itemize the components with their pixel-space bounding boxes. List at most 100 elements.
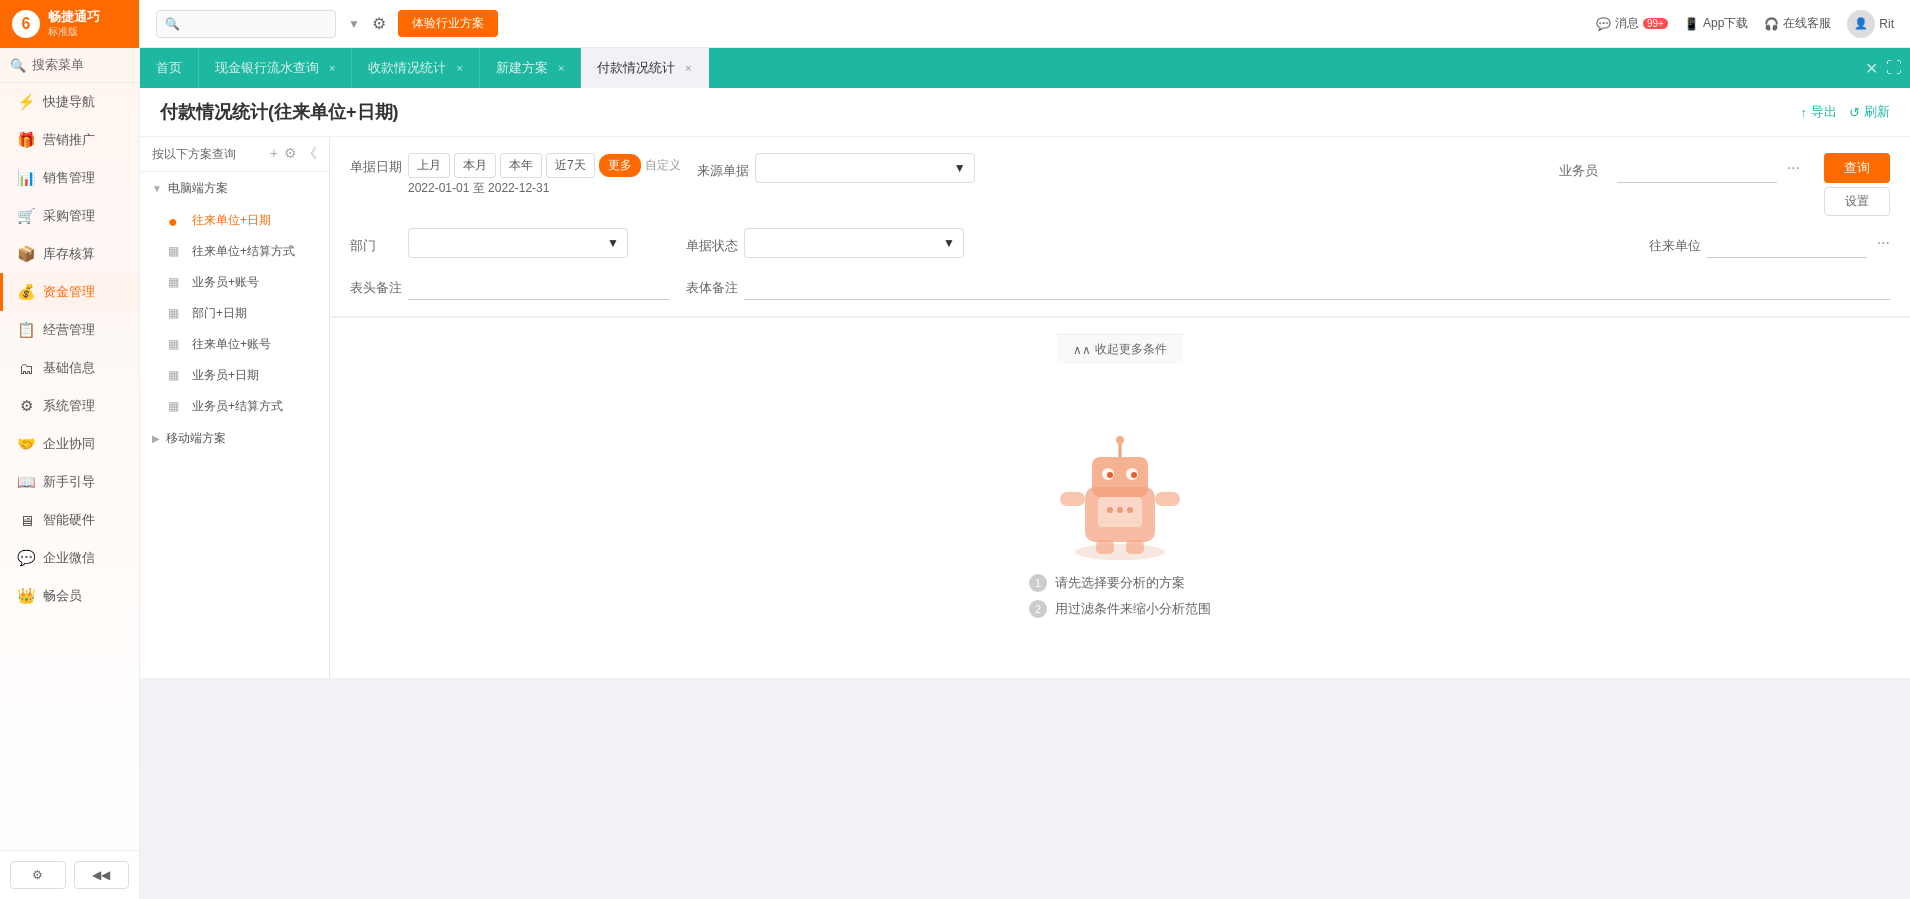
source-label: 来源单据 bbox=[697, 157, 749, 180]
tab-cashflow-close-icon[interactable]: × bbox=[329, 62, 335, 74]
scheme-add-icon[interactable]: + bbox=[270, 145, 278, 163]
source-select[interactable]: ▼ bbox=[755, 153, 975, 183]
app-download-button[interactable]: 📱 App下载 bbox=[1684, 15, 1748, 32]
body-note-input[interactable] bbox=[744, 270, 1890, 300]
page-header: 付款情况统计(往来单位+日期) ↑ 导出 ↺ 刷新 bbox=[140, 88, 1910, 137]
tab-home-label: 首页 bbox=[156, 59, 182, 77]
scheme-item-label: 业务员+结算方式 bbox=[192, 398, 283, 415]
scheme-settings-icon[interactable]: ⚙ bbox=[284, 145, 297, 163]
collapse-button[interactable]: ∧∧ 收起更多条件 bbox=[1057, 334, 1183, 364]
topbar: 🔍 ▼ ⚙ 体验行业方案 💬 消息 99+ 📱 App下载 🎧 在线客服 � bbox=[140, 0, 1910, 48]
tab-new[interactable]: 新建方案 × bbox=[480, 48, 581, 88]
scheme-collapse-icon[interactable]: 《 bbox=[303, 145, 317, 163]
collapse-up-icon: ∧∧ bbox=[1073, 343, 1091, 357]
tab-payment[interactable]: 付款情况统计 × bbox=[581, 48, 708, 88]
sidebar-item-label: 资金管理 bbox=[43, 283, 95, 301]
robot-svg bbox=[1050, 432, 1190, 562]
scheme-item-counterpart-account[interactable]: ▦ 往来单位+账号 bbox=[140, 329, 329, 360]
scheme-item-salesman-account[interactable]: ▦ 业务员+账号 bbox=[140, 267, 329, 298]
tab-receipt[interactable]: 收款情况统计 × bbox=[352, 48, 479, 88]
date-btn-last-month[interactable]: 上月 bbox=[408, 153, 450, 178]
svg-point-8 bbox=[1116, 436, 1124, 444]
scheme-item-label: 业务员+日期 bbox=[192, 367, 259, 384]
message-button[interactable]: 💬 消息 99+ bbox=[1596, 15, 1668, 32]
empty-tip-1: 1 请先选择要分析的方案 bbox=[1029, 574, 1211, 592]
sidebar-item-guide[interactable]: 📖 新手引导 bbox=[0, 463, 139, 501]
status-select[interactable]: ▼ bbox=[744, 228, 964, 258]
sidebar-item-hardware[interactable]: 🖥 智能硬件 bbox=[0, 501, 139, 539]
sidebar-item-capital[interactable]: 💰 资金管理 bbox=[0, 273, 139, 311]
scheme-item-dept-date[interactable]: ▦ 部门+日期 bbox=[140, 298, 329, 329]
dept-select[interactable]: ▼ bbox=[408, 228, 628, 258]
scheme-item-counterpart-settlement[interactable]: ▦ 往来单位+结算方式 bbox=[140, 236, 329, 267]
scheme-group-desktop-title[interactable]: ▼ 电脑端方案 bbox=[140, 172, 329, 205]
topbar-gear-icon[interactable]: ⚙ bbox=[372, 14, 386, 33]
search-menu[interactable]: 🔍 搜索菜单 bbox=[0, 48, 139, 83]
tab-expand-icon[interactable]: ⛶ bbox=[1886, 59, 1902, 77]
system-icon: ⚙ bbox=[17, 397, 35, 415]
sidebar-item-purchase[interactable]: 🛒 采购管理 bbox=[0, 197, 139, 235]
date-btn-this-month[interactable]: 本月 bbox=[454, 153, 496, 178]
sidebar-item-wechat[interactable]: 💬 企业微信 bbox=[0, 539, 139, 577]
purchase-icon: 🛒 bbox=[17, 207, 35, 225]
tab-payment-close-icon[interactable]: × bbox=[685, 62, 691, 74]
sidebar-item-sales[interactable]: 📊 销售管理 bbox=[0, 159, 139, 197]
app-icon: 📱 bbox=[1684, 17, 1699, 31]
sidebar-item-basic[interactable]: 🗂 基础信息 bbox=[0, 349, 139, 387]
tab-receipt-close-icon[interactable]: × bbox=[456, 62, 462, 74]
sidebar-item-system[interactable]: ⚙ 系统管理 bbox=[0, 387, 139, 425]
sidebar-settings-button[interactable]: ⚙ bbox=[10, 861, 66, 889]
scheme-item-salesman-settlement[interactable]: ▦ 业务员+结算方式 bbox=[140, 391, 329, 422]
scheme-group-mobile-title[interactable]: ▶ 移动端方案 bbox=[140, 422, 329, 455]
date-btn-this-year[interactable]: 本年 bbox=[500, 153, 542, 178]
sidebar-item-member[interactable]: 👑 畅会员 bbox=[0, 577, 139, 615]
source-filter: 来源单据 ▼ bbox=[697, 153, 1543, 183]
salesman-filter: 业务员 ··· bbox=[1559, 153, 1800, 183]
sidebar-item-marketing[interactable]: 🎁 营销推广 bbox=[0, 121, 139, 159]
counterpart-label: 往来单位 bbox=[1649, 232, 1701, 255]
service-button[interactable]: 🎧 在线客服 bbox=[1764, 15, 1831, 32]
header-note-input[interactable] bbox=[408, 270, 670, 300]
sidebar-item-shortcut[interactable]: ⚡ 快捷导航 bbox=[0, 83, 139, 121]
counterpart-dots[interactable]: ··· bbox=[1877, 234, 1890, 252]
sidebar-item-inventory[interactable]: 📦 库存核算 bbox=[0, 235, 139, 273]
logo-sub: 标准版 bbox=[48, 25, 100, 39]
scheme-item-salesman-date[interactable]: ▦ 业务员+日期 bbox=[140, 360, 329, 391]
tab-close-all-icon[interactable]: ✕ bbox=[1865, 59, 1878, 78]
marketing-icon: 🎁 bbox=[17, 131, 35, 149]
page-actions: ↑ 导出 ↺ 刷新 bbox=[1801, 103, 1891, 121]
counterpart-input[interactable] bbox=[1707, 228, 1867, 258]
trial-button[interactable]: 体验行业方案 bbox=[398, 10, 498, 37]
refresh-button[interactable]: ↺ 刷新 bbox=[1849, 103, 1890, 121]
user-profile[interactable]: 👤 Rit bbox=[1847, 10, 1894, 38]
tab-new-close-icon[interactable]: × bbox=[558, 62, 564, 74]
tab-home[interactable]: 首页 bbox=[140, 48, 199, 88]
sidebar-item-business[interactable]: 📋 经营管理 bbox=[0, 311, 139, 349]
topbar-search-box[interactable]: 🔍 bbox=[156, 10, 336, 38]
salesman-dots[interactable]: ··· bbox=[1787, 159, 1800, 177]
date-btn-more[interactable]: 更多 bbox=[599, 154, 641, 177]
hardware-icon: 🖥 bbox=[17, 511, 35, 529]
date-filter: 单据日期 上月 本月 本年 近7天 更多 自定义 20 bbox=[350, 153, 681, 197]
export-button[interactable]: ↑ 导出 bbox=[1801, 103, 1838, 121]
date-options: 上月 本月 本年 近7天 更多 自定义 2022-01-01 至 2022-12… bbox=[408, 153, 681, 197]
sales-icon: 📊 bbox=[17, 169, 35, 187]
topbar-dropdown-arrow[interactable]: ▼ bbox=[348, 17, 360, 31]
wechat-icon: 💬 bbox=[17, 549, 35, 567]
topbar-search-icon: 🔍 bbox=[165, 17, 180, 31]
tab-cashflow[interactable]: 现金银行流水查询 × bbox=[199, 48, 352, 88]
sidebar-item-label: 快捷导航 bbox=[43, 93, 95, 111]
sidebar-item-enterprise[interactable]: 🤝 企业协同 bbox=[0, 425, 139, 463]
sidebar-collapse-button[interactable]: ◀◀ bbox=[74, 861, 130, 889]
date-custom-label[interactable]: 自定义 bbox=[645, 157, 681, 174]
query-actions: 查询 设置 bbox=[1824, 153, 1890, 216]
filter-settings-button[interactable]: 设置 bbox=[1824, 187, 1890, 216]
tab-new-label: 新建方案 bbox=[496, 59, 548, 77]
tip-text-1: 请先选择要分析的方案 bbox=[1055, 574, 1185, 592]
scheme-item-counterpart-date[interactable]: ● 往来单位+日期 bbox=[140, 205, 329, 236]
filter-row-1: 单据日期 上月 本月 本年 近7天 更多 自定义 20 bbox=[350, 153, 1890, 216]
date-btn-7days[interactable]: 近7天 bbox=[546, 153, 595, 178]
message-badge: 99+ bbox=[1643, 18, 1668, 29]
salesman-input[interactable] bbox=[1617, 153, 1777, 183]
query-button[interactable]: 查询 bbox=[1824, 153, 1890, 183]
